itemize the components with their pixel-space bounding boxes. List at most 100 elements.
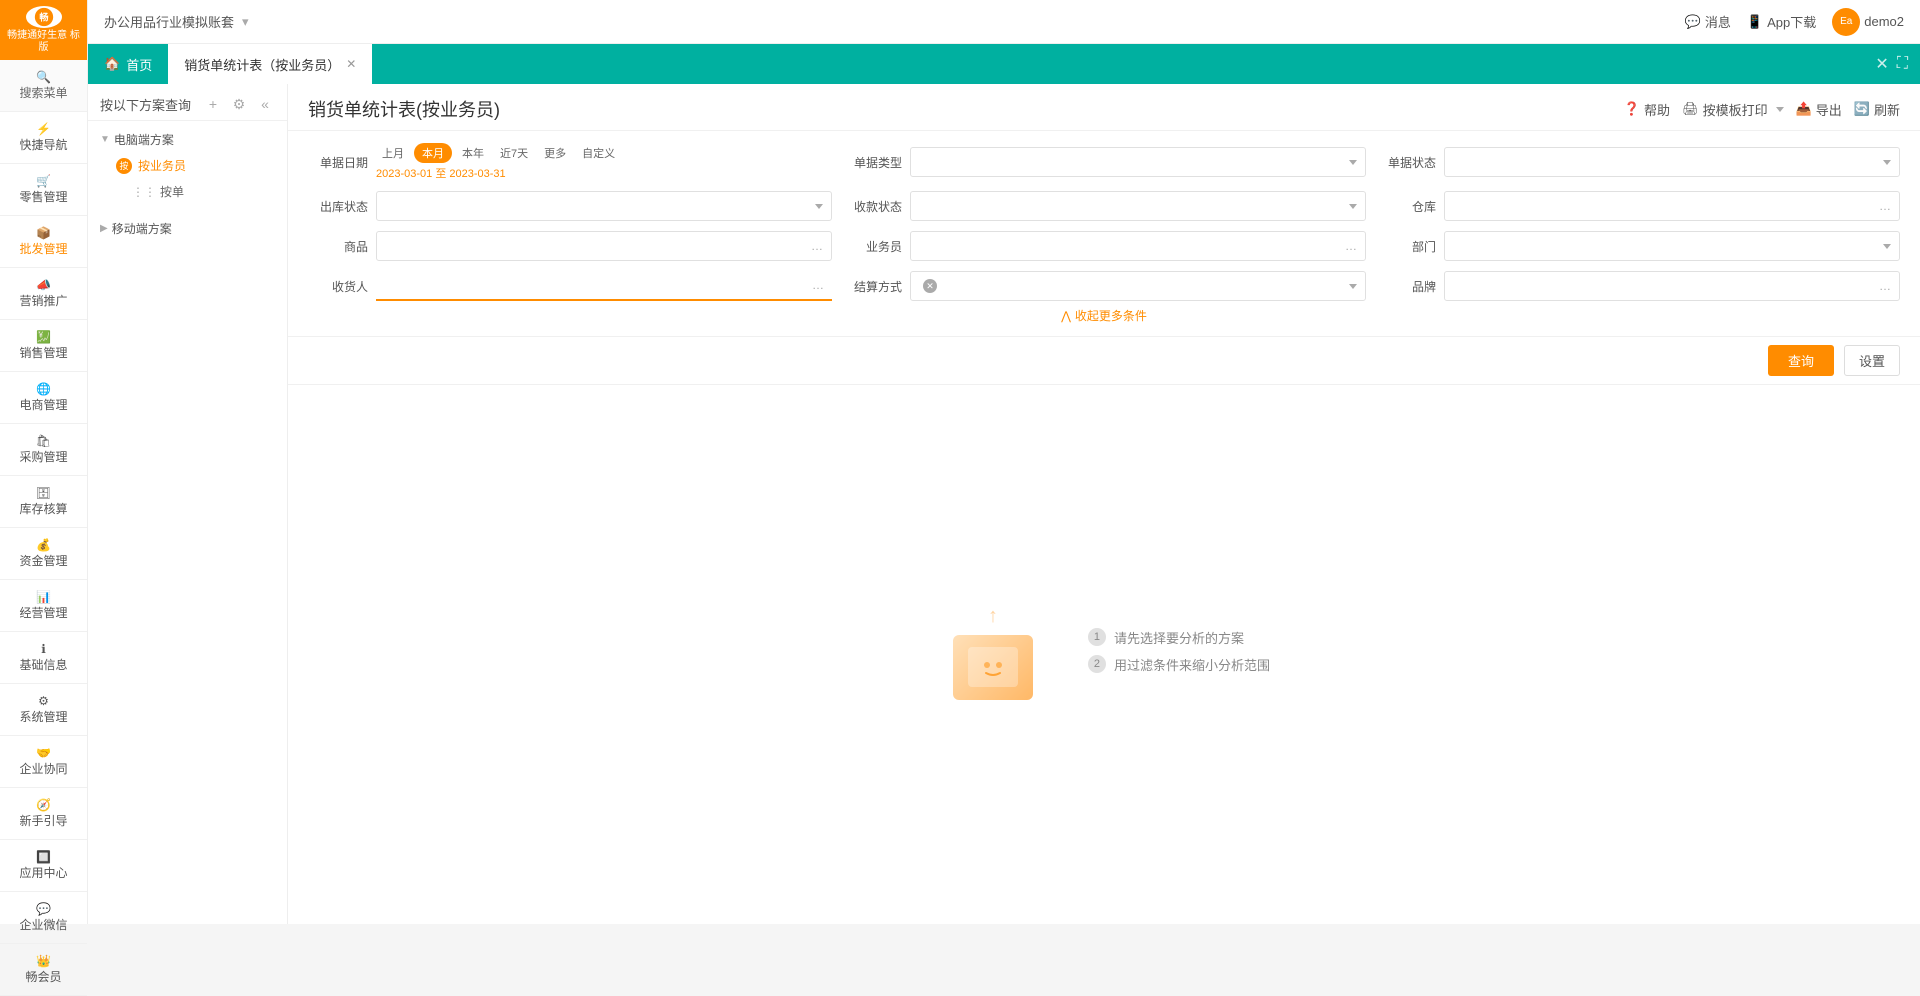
brand-label: 品牌	[1376, 278, 1444, 295]
logo-area: 畅 畅捷通好生意 标版	[0, 0, 87, 60]
apps-icon: 🔲	[5, 850, 82, 864]
message-icon: 💬	[1685, 14, 1701, 30]
filter-row-1: 单据日期 上月 本月 本年 近7天 更多 自定义 2023-03-01 至 20…	[308, 143, 1900, 181]
sidebar-item-sales[interactable]: 💹 销售管理	[0, 320, 87, 372]
brand-dots: …	[1879, 279, 1891, 293]
receiver-text-input[interactable]	[384, 278, 812, 292]
date-btn-custom[interactable]: 自定义	[576, 143, 621, 163]
warehouse-label: 仓库	[1376, 198, 1444, 215]
sidebar-item-retail[interactable]: 🛒 零售管理	[0, 164, 87, 216]
scheme-group-desktop-header[interactable]: ▼ 电脑端方案	[88, 127, 287, 152]
finance-icon: 💰	[5, 538, 82, 552]
outstatus-label: 出库状态	[308, 198, 376, 215]
app-download-btn[interactable]: 📱 App下载	[1747, 12, 1816, 31]
scheme-group-mobile: ▶ 移动端方案	[88, 210, 287, 247]
filter-warehouse-item: 仓库 …	[1376, 191, 1900, 221]
sidebar-item-management[interactable]: 📊 经营管理	[0, 580, 87, 632]
tab-close-btn[interactable]: ✕	[346, 57, 356, 71]
print-btn[interactable]: 🖨 按模板打印	[1682, 100, 1784, 119]
main-area: 办公用品行业模拟账套 ▾ 💬 消息 📱 App下载 Ea demo2 🏠 首页	[88, 0, 1920, 924]
outstatus-input[interactable]	[376, 191, 832, 221]
sidebar-item-collab[interactable]: 🤝 企业协同	[0, 736, 87, 788]
empty-box	[953, 635, 1033, 700]
message-btn[interactable]: 💬 消息	[1685, 12, 1731, 31]
sidebar-item-purchase[interactable]: 🛍 采购管理	[0, 424, 87, 476]
page-title: 销货单统计表(按业务员)	[308, 96, 500, 122]
date-buttons: 上月 本月 本年 近7天 更多 自定义	[376, 143, 832, 163]
settlement-dropdown-icon	[1349, 284, 1357, 289]
basic-icon: ℹ	[5, 642, 82, 656]
warehouse-input[interactable]: …	[1444, 191, 1900, 221]
empty-hints: 1 请先选择要分析的方案 2 用过滤条件来缩小分析范围	[1088, 628, 1270, 682]
sidebar-item-search[interactable]: 🔍 搜索菜单	[0, 60, 87, 112]
filter-salesman-item: 业务员 …	[842, 231, 1366, 261]
filter-goods-item: 商品 …	[308, 231, 832, 261]
department-input[interactable]	[1444, 231, 1900, 261]
receiver-input[interactable]: …	[376, 271, 832, 301]
date-btn-thisyear[interactable]: 本年	[456, 143, 490, 163]
date-btn-thismonth[interactable]: 本月	[414, 143, 452, 163]
export-btn[interactable]: 📤 导出	[1796, 100, 1842, 119]
empty-state-content: ↑ 1 请先选择要分析的方案 2 用过滤条件来缩小分析范围	[938, 600, 1270, 710]
tab-home[interactable]: 🏠 首页	[88, 44, 168, 84]
scheme-group-desktop: ▼ 电脑端方案 按 按业务员 ⋮⋮ 按单	[88, 121, 287, 210]
sidebar-item-finance[interactable]: 💰 资金管理	[0, 528, 87, 580]
help-btn[interactable]: ❓ 帮助	[1624, 100, 1670, 119]
sidebar-item-marketing[interactable]: 📣 营销推广	[0, 268, 87, 320]
sidebar-item-member[interactable]: 👑 畅会员	[0, 944, 87, 996]
tab-maximize-btn[interactable]: ⛶	[1897, 55, 1908, 73]
salesman-input[interactable]: …	[910, 231, 1366, 261]
collapse-icon: ⋀	[1061, 309, 1071, 323]
sidebar-item-basic[interactable]: ℹ 基础信息	[0, 632, 87, 684]
doctype-input[interactable]	[910, 147, 1366, 177]
sidebar-item-system[interactable]: ⚙ 系统管理	[0, 684, 87, 736]
help-icon: ❓	[1624, 101, 1640, 117]
brand-input[interactable]: …	[1444, 271, 1900, 301]
goods-input[interactable]: …	[376, 231, 832, 261]
filter-receiver-item: 收货人 …	[308, 271, 832, 301]
sidebar-item-wechat[interactable]: 💬 企业微信	[0, 892, 87, 944]
sidebar-item-guide[interactable]: 🧭 新手引导	[0, 788, 87, 840]
home-icon: 🏠	[104, 56, 120, 72]
add-scheme-btn[interactable]: +	[203, 94, 223, 114]
logo-text: 畅捷通好生意 标版	[5, 30, 82, 54]
print-icon: 🖨	[1682, 101, 1699, 117]
date-range-display: 2023-03-01 至 2023-03-31	[376, 165, 832, 181]
sidebar-item-apps[interactable]: 🔲 应用中心	[0, 840, 87, 892]
settings-btn[interactable]: 设置	[1844, 345, 1900, 376]
wechat-icon: 💬	[5, 902, 82, 916]
refresh-btn[interactable]: 🔄 刷新	[1854, 100, 1900, 119]
date-btn-more[interactable]: 更多	[538, 143, 572, 163]
workspace-dropdown[interactable]: ▾	[242, 14, 249, 30]
collapse-panel-btn[interactable]: «	[255, 94, 275, 114]
date-btn-7days[interactable]: 近7天	[494, 143, 534, 163]
paymentstatus-input[interactable]	[910, 191, 1366, 221]
svg-text:畅: 畅	[39, 12, 48, 23]
user-menu[interactable]: Ea demo2	[1832, 8, 1904, 36]
sidebar-item-ecommerce[interactable]: 🌐 电商管理	[0, 372, 87, 424]
query-btn[interactable]: 查询	[1768, 345, 1834, 376]
docstatus-input[interactable]	[1444, 147, 1900, 177]
date-btn-lastmonth[interactable]: 上月	[376, 143, 410, 163]
filter-department-item: 部门	[1376, 231, 1900, 261]
tab-sales-stat[interactable]: 销货单统计表（按业务员） ✕	[168, 44, 372, 84]
sidebar-item-inventory[interactable]: 🗄 库存核算	[0, 476, 87, 528]
collapse-more-btn[interactable]: ⋀ 收起更多条件	[308, 307, 1900, 324]
system-icon: ⚙	[5, 694, 82, 708]
sidebar-item-quicknav[interactable]: ⚡ 快捷导航	[0, 112, 87, 164]
tab-close-all-btn[interactable]: ✕	[1875, 54, 1888, 74]
refresh-icon: 🔄	[1854, 101, 1870, 117]
scheme-item-salesman[interactable]: 按 按业务员	[88, 152, 287, 179]
settlement-input[interactable]: ✕	[910, 271, 1366, 301]
retail-icon: 🛒	[5, 174, 82, 188]
settlement-clear-btn[interactable]: ✕	[923, 279, 937, 293]
tabbar: 🏠 首页 销货单统计表（按业务员） ✕ ✕ ⛶	[88, 44, 1920, 84]
settlement-label: 结算方式	[842, 278, 910, 295]
filter-docstatus-item: 单据状态	[1376, 143, 1900, 181]
scheme-group-mobile-header[interactable]: ▶ 移动端方案	[88, 216, 287, 241]
sub-item-icon: ⋮⋮	[132, 185, 156, 199]
scheme-settings-btn[interactable]: ⚙	[229, 94, 249, 114]
filter-date-item: 单据日期 上月 本月 本年 近7天 更多 自定义 2023-03-01 至 20…	[308, 143, 832, 181]
scheme-sub-item-order[interactable]: ⋮⋮ 按单	[88, 179, 287, 204]
sidebar-item-wholesale[interactable]: 📦 批发管理	[0, 216, 87, 268]
